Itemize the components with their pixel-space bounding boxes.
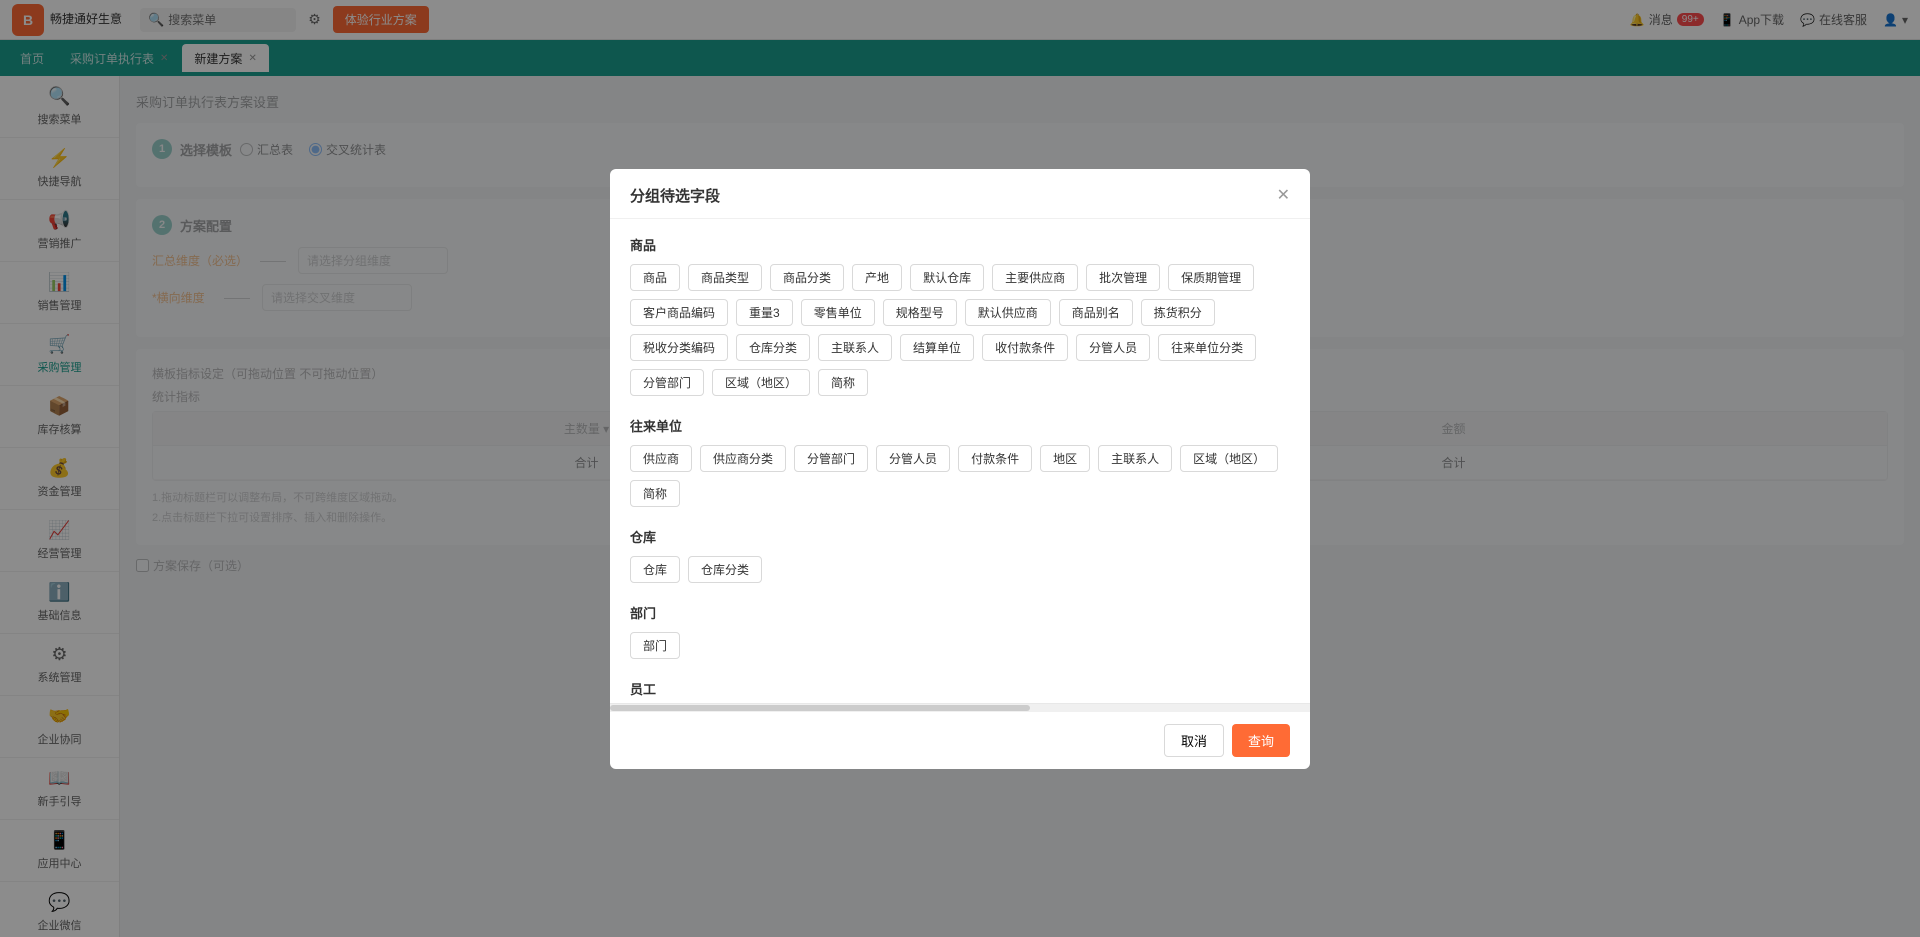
field-tag-warehouse-category[interactable]: 仓库分类 [688,556,762,583]
department-section-title: 部门 [630,603,1290,622]
field-tag-retail-unit[interactable]: 零售单位 [801,299,875,326]
goods-field-tags: 商品 商品类型 商品分类 产地 默认仓库 主要供应商 批次管理 保质期管理 客户… [630,264,1290,396]
field-tag-dept-in-charge[interactable]: 分管部门 [630,369,704,396]
field-tag-goods[interactable]: 商品 [630,264,680,291]
field-tag-default-supplier[interactable]: 默认供应商 [965,299,1051,326]
field-tag-tax-code[interactable]: 税收分类编码 [630,334,728,361]
field-tag-supplier-cat[interactable]: 供应商分类 [700,445,786,472]
field-tag-area-region[interactable]: 区域（地区） [1180,445,1278,472]
modal-title: 分组待选字段 [630,185,720,206]
field-tag-dept-charge[interactable]: 分管部门 [794,445,868,472]
field-tag-contact[interactable]: 主联系人 [1098,445,1172,472]
department-field-tags: 部门 [630,632,1290,659]
field-section-department: 部门 部门 [630,603,1290,659]
field-tag-warehouse-cat[interactable]: 仓库分类 [736,334,810,361]
field-tag-region[interactable]: 地区 [1040,445,1090,472]
field-tag-main-contact[interactable]: 主联系人 [818,334,892,361]
field-tag-dept[interactable]: 部门 [630,632,680,659]
modal-horizontal-scrollbar[interactable] [610,703,1310,711]
field-tag-pay-term[interactable]: 付款条件 [958,445,1032,472]
modal-body[interactable]: 商品 商品 商品类型 商品分类 产地 默认仓库 主要供应商 批次管理 保质期管理… [610,219,1310,703]
counterpart-field-tags: 供应商 供应商分类 分管部门 分管人员 付款条件 地区 主联系人 区域（地区） … [630,445,1290,507]
field-tag-pick-score[interactable]: 拣货积分 [1141,299,1215,326]
employee-section-title: 员工 [630,679,1290,698]
field-tag-supplier[interactable]: 供应商 [630,445,692,472]
modal-header: 分组待选字段 ✕ [610,169,1310,219]
field-section-warehouse: 仓库 仓库 仓库分类 [630,527,1290,583]
field-tag-default-warehouse[interactable]: 默认仓库 [910,264,984,291]
modal-footer: 取消 查询 [610,711,1310,769]
field-tag-payment-term[interactable]: 收付款条件 [982,334,1068,361]
field-tag-goods-alias[interactable]: 商品别名 [1059,299,1133,326]
field-tag-counterpart-cat[interactable]: 往来单位分类 [1158,334,1256,361]
field-tag-shelf-life[interactable]: 保质期管理 [1168,264,1254,291]
field-tag-weight[interactable]: 重量3 [736,299,793,326]
field-section-goods: 商品 商品 商品类型 商品分类 产地 默认仓库 主要供应商 批次管理 保质期管理… [630,235,1290,396]
cancel-button[interactable]: 取消 [1164,724,1224,757]
field-tag-abbr-counterpart[interactable]: 简称 [630,480,680,507]
field-tag-goods-type[interactable]: 商品类型 [688,264,762,291]
warehouse-section-title: 仓库 [630,527,1290,546]
field-tag-batch-mgmt[interactable]: 批次管理 [1086,264,1160,291]
field-tag-warehouse[interactable]: 仓库 [630,556,680,583]
field-tag-goods-category[interactable]: 商品分类 [770,264,844,291]
field-section-employee: 员工 业务员 [630,679,1290,703]
field-tag-main-supplier[interactable]: 主要供应商 [992,264,1078,291]
field-selection-modal: 分组待选字段 ✕ 商品 商品 商品类型 商品分类 产地 默认仓库 主要供应商 批… [610,169,1310,769]
modal-hscroll-thumb [610,705,1030,711]
field-tag-customer-code[interactable]: 客户商品编码 [630,299,728,326]
field-section-counterpart: 往来单位 供应商 供应商分类 分管部门 分管人员 付款条件 地区 主联系人 区域… [630,416,1290,507]
modal-overlay: 分组待选字段 ✕ 商品 商品 商品类型 商品分类 产地 默认仓库 主要供应商 批… [0,0,1920,937]
field-tag-region-goods[interactable]: 区域（地区） [712,369,810,396]
modal-close-button[interactable]: ✕ [1277,185,1290,205]
field-tag-spec-model[interactable]: 规格型号 [883,299,957,326]
warehouse-field-tags: 仓库 仓库分类 [630,556,1290,583]
field-tag-settle-unit[interactable]: 结算单位 [900,334,974,361]
confirm-button[interactable]: 查询 [1232,724,1290,757]
field-tag-abbr-goods[interactable]: 简称 [818,369,868,396]
field-tag-supervisor[interactable]: 分管人员 [1076,334,1150,361]
field-tag-person-charge[interactable]: 分管人员 [876,445,950,472]
field-tag-origin[interactable]: 产地 [852,264,902,291]
goods-section-title: 商品 [630,235,1290,254]
counterpart-section-title: 往来单位 [630,416,1290,435]
